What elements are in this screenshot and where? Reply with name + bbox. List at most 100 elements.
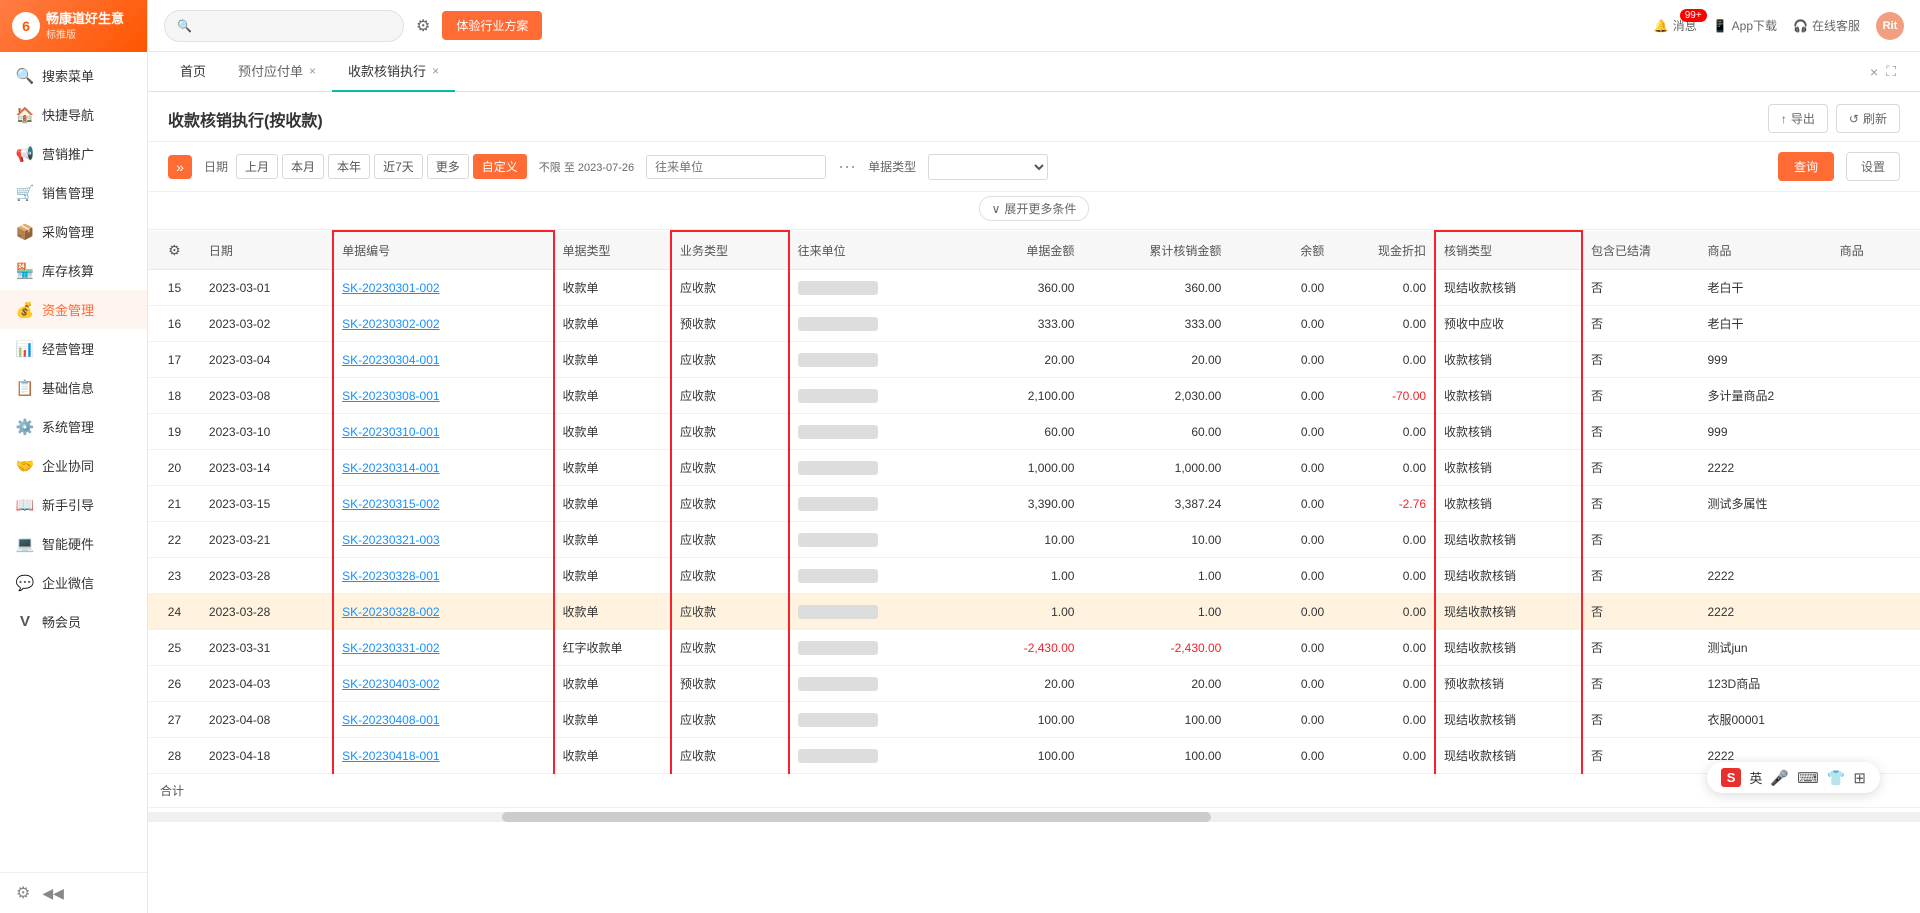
sougou-grid-icon[interactable]: ⊞ <box>1853 769 1866 787</box>
doc-link[interactable]: SK-20230310-001 <box>342 425 439 439</box>
row-cumamt: 1.00 <box>1082 558 1229 594</box>
doc-link[interactable]: SK-20230328-001 <box>342 569 439 583</box>
date-custom-btn[interactable]: 自定义 <box>473 154 527 179</box>
doc-link[interactable]: SK-20230308-001 <box>342 389 439 403</box>
tab-prepay[interactable]: 预付应付单 × <box>222 52 332 92</box>
row-discount: -70.00 <box>1332 378 1435 414</box>
row-include: 否 <box>1582 450 1700 486</box>
sidebar-item-hardware[interactable]: 💻 智能硬件 <box>0 524 147 563</box>
tab-home[interactable]: 首页 <box>164 52 222 92</box>
table-row[interactable]: 28 2023-04-18 SK-20230418-001 收款单 应收款 XX… <box>148 738 1920 774</box>
footer-settings-icon[interactable]: ⚙ <box>16 883 30 903</box>
footer-collapse-icon[interactable]: ◀◀ <box>42 885 64 902</box>
date-7days-btn[interactable]: 近7天 <box>374 154 423 179</box>
row-discount: 0.00 <box>1332 414 1435 450</box>
doc-link[interactable]: SK-20230331-002 <box>342 641 439 655</box>
table-row[interactable]: 26 2023-04-03 SK-20230403-002 收款单 预收款 XX… <box>148 666 1920 702</box>
doc-link[interactable]: SK-20230301-002 <box>342 281 439 295</box>
date-more-btn[interactable]: 更多 <box>427 154 469 179</box>
table-row[interactable]: 22 2023-03-21 SK-20230321-003 收款单 应收款 XX… <box>148 522 1920 558</box>
sidebar-item-wechat[interactable]: 💬 企业微信 <box>0 563 147 602</box>
doc-type-select[interactable] <box>928 154 1048 180</box>
window-expand-icon[interactable]: ⛶ <box>1886 63 1896 80</box>
topbar-search-box[interactable]: 🔍 <box>164 10 404 42</box>
sougou-keyboard-icon[interactable]: ⌨ <box>1797 769 1819 787</box>
sidebar-item-purchase[interactable]: 📦 采购管理 <box>0 212 147 251</box>
sidebar-item-inventory[interactable]: 🏪 库存核算 <box>0 251 147 290</box>
partner-input[interactable] <box>646 155 826 179</box>
sidebar-item-corp[interactable]: 🤝 企业协同 <box>0 446 147 485</box>
row-biztype: 应收款 <box>671 594 789 630</box>
filter-toggle-button[interactable]: » <box>168 155 192 179</box>
industry-solution-button[interactable]: 体验行业方案 <box>442 11 542 40</box>
row-doctype: 收款单 <box>554 558 672 594</box>
tab-receipt-verify[interactable]: 收款核销执行 × <box>332 52 455 92</box>
table-body: 15 2023-03-01 SK-20230301-002 收款单 应收款 XX… <box>148 270 1920 774</box>
sidebar-item-basic[interactable]: 📋 基础信息 <box>0 368 147 407</box>
settings-gear-icon[interactable]: ⚙ <box>416 16 430 36</box>
doc-link[interactable]: SK-20230328-002 <box>342 605 439 619</box>
date-last-month-btn[interactable]: 上月 <box>236 154 278 179</box>
sidebar-item-marketing[interactable]: 📢 营销推广 <box>0 134 147 173</box>
row-date: 2023-03-14 <box>201 450 333 486</box>
sidebar-item-system[interactable]: ⚙️ 系统管理 <box>0 407 147 446</box>
doc-link[interactable]: SK-20230304-001 <box>342 353 439 367</box>
row-amount: 1.00 <box>950 558 1082 594</box>
table-row[interactable]: 18 2023-03-08 SK-20230308-001 收款单 应收款 XX… <box>148 378 1920 414</box>
sidebar-item-sales[interactable]: 🛒 销售管理 <box>0 173 147 212</box>
sidebar-item-search[interactable]: 🔍 搜索菜单 <box>0 56 147 95</box>
notification-area[interactable]: 🔔 消息 99+ <box>1654 17 1697 34</box>
table-row[interactable]: 17 2023-03-04 SK-20230304-001 收款单 应收款 XX… <box>148 342 1920 378</box>
doc-link[interactable]: SK-20230314-001 <box>342 461 439 475</box>
data-table-container[interactable]: ⚙ 日期 单据编号 单据类型 业务类型 往来单位 单据金额 累计核销金额 余额 … <box>148 230 1920 913</box>
table-row[interactable]: 24 2023-03-28 SK-20230328-002 收款单 应收款 XX… <box>148 594 1920 630</box>
doc-link[interactable]: SK-20230418-001 <box>342 749 439 763</box>
sougou-skin-icon[interactable]: 👕 <box>1827 769 1846 787</box>
row-coretype: 预收款核销 <box>1435 666 1582 702</box>
doc-link[interactable]: SK-20230403-002 <box>342 677 439 691</box>
table-row[interactable]: 25 2023-03-31 SK-20230331-002 红字收款单 应收款 … <box>148 630 1920 666</box>
user-avatar[interactable]: Rit <box>1876 12 1904 40</box>
doc-link[interactable]: SK-20230321-003 <box>342 533 439 547</box>
tab-receipt-verify-close-icon[interactable]: × <box>432 64 439 78</box>
table-row[interactable]: 21 2023-03-15 SK-20230315-002 收款单 应收款 XX… <box>148 486 1920 522</box>
sidebar-item-member[interactable]: V 畅会员 <box>0 602 147 641</box>
query-button[interactable]: 查询 <box>1778 152 1834 181</box>
member-icon: V <box>16 613 34 631</box>
window-close-icon[interactable]: × <box>1870 64 1878 80</box>
sougou-mic-icon[interactable]: 🎤 <box>1770 769 1789 787</box>
setting-button[interactable]: 设置 <box>1846 152 1900 181</box>
table-row[interactable]: 27 2023-04-08 SK-20230408-001 收款单 应收款 XX… <box>148 702 1920 738</box>
table-row[interactable]: 15 2023-03-01 SK-20230301-002 收款单 应收款 XX… <box>148 270 1920 306</box>
date-this-month-btn[interactable]: 本月 <box>282 154 324 179</box>
online-service-area[interactable]: 🎧 在线客服 <box>1793 17 1860 34</box>
scrollbar-thumb[interactable] <box>502 812 1211 822</box>
row-partner: XXXXXXXXXX <box>789 378 951 414</box>
row-coretype: 收款核销 <box>1435 378 1582 414</box>
column-settings-icon[interactable]: ⚙ <box>168 242 181 258</box>
app-download-area[interactable]: 📱 App下载 <box>1713 17 1777 34</box>
date-this-year-btn[interactable]: 本年 <box>328 154 370 179</box>
row-doctype: 收款单 <box>554 306 672 342</box>
doc-link[interactable]: SK-20230408-001 <box>342 713 439 727</box>
row-balance: 0.00 <box>1229 342 1332 378</box>
sidebar-item-operation[interactable]: 📊 经营管理 <box>0 329 147 368</box>
row-docno: SK-20230328-002 <box>333 594 553 630</box>
doc-link[interactable]: SK-20230302-002 <box>342 317 439 331</box>
table-row[interactable]: 20 2023-03-14 SK-20230314-001 收款单 应收款 XX… <box>148 450 1920 486</box>
doc-link[interactable]: SK-20230315-002 <box>342 497 439 511</box>
expand-filter-button[interactable]: ∨ 展开更多条件 <box>979 196 1090 221</box>
sidebar-item-guide[interactable]: 📖 新手引导 <box>0 485 147 524</box>
table-row[interactable]: 23 2023-03-28 SK-20230328-001 收款单 应收款 XX… <box>148 558 1920 594</box>
horizontal-scrollbar[interactable] <box>148 812 1920 822</box>
col-header-settings[interactable]: ⚙ <box>148 231 201 270</box>
tab-prepay-close-icon[interactable]: × <box>309 64 316 78</box>
sougou-text-icon[interactable]: 英 <box>1749 768 1762 787</box>
more-filter-dots[interactable]: ··· <box>838 156 856 177</box>
sidebar-item-finance[interactable]: 💰 资金管理 <box>0 290 147 329</box>
refresh-button[interactable]: ↺ 刷新 <box>1836 104 1900 133</box>
export-button[interactable]: ↑ 导出 <box>1768 104 1828 133</box>
table-row[interactable]: 19 2023-03-10 SK-20230310-001 收款单 应收款 XX… <box>148 414 1920 450</box>
sidebar-item-quick[interactable]: 🏠 快捷导航 <box>0 95 147 134</box>
table-row[interactable]: 16 2023-03-02 SK-20230302-002 收款单 预收款 XX… <box>148 306 1920 342</box>
